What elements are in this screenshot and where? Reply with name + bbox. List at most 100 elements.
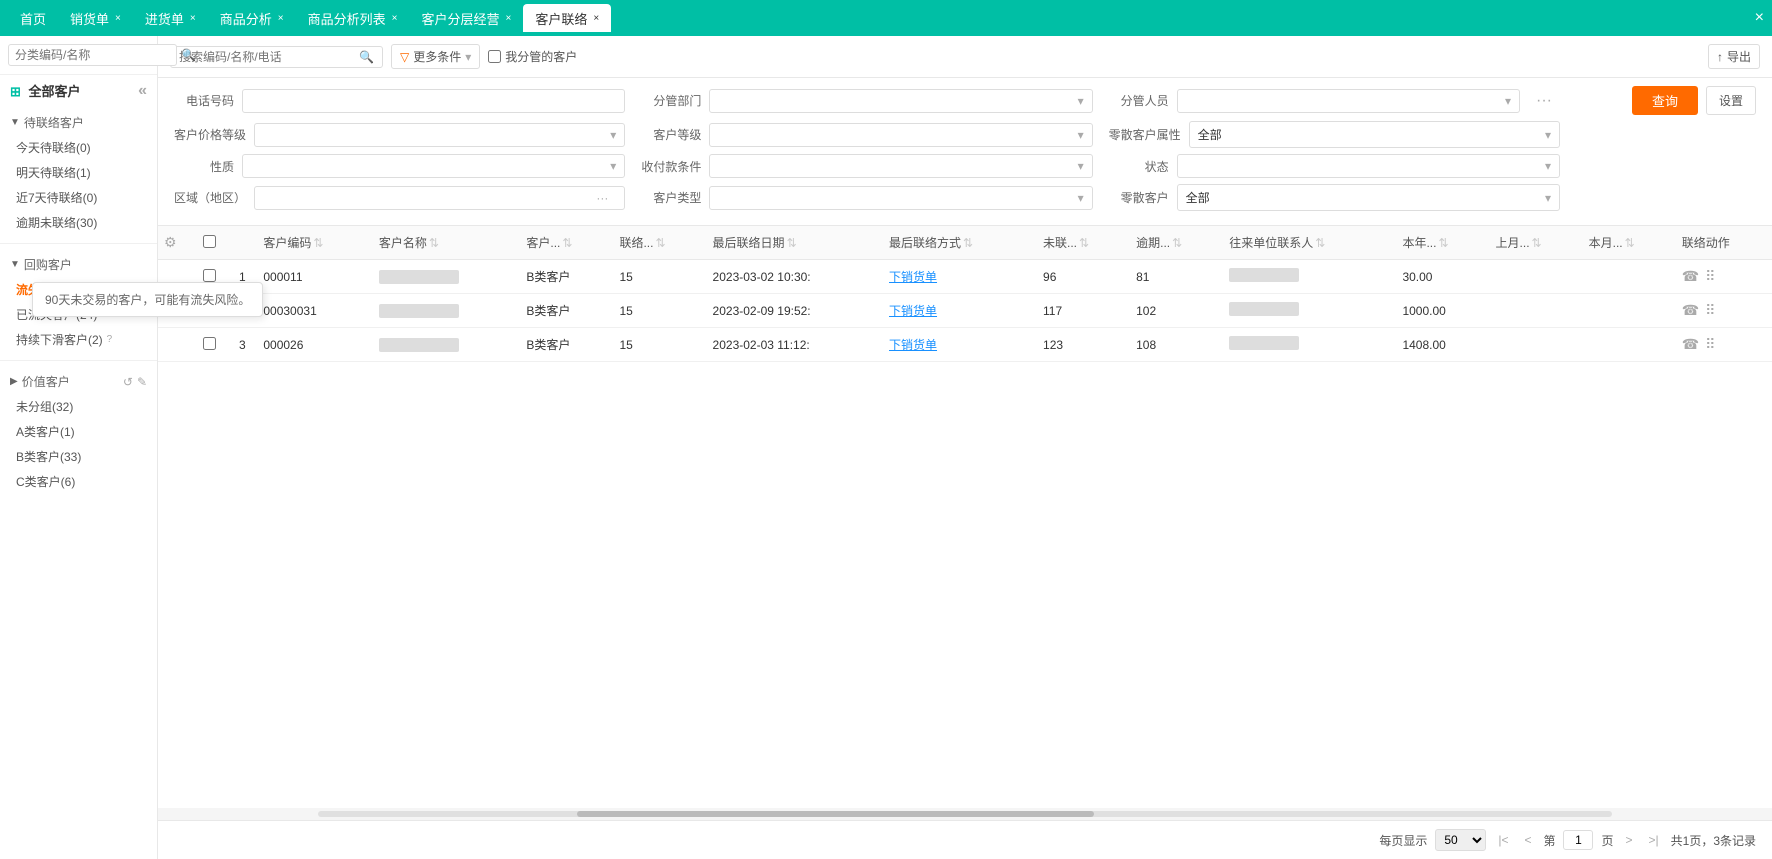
sidebar-search-input[interactable] (8, 44, 177, 66)
row-last-method[interactable]: 下销货单 (883, 328, 1037, 362)
sidebar-all-customers[interactable]: ⊞ 全部客户 « (0, 75, 157, 106)
sidebar-item-tomorrow[interactable]: 明天待联络(1) (0, 160, 157, 185)
col-settings[interactable]: ⚙ (158, 226, 197, 260)
zero-attr-select[interactable]: 全部 ▾ (1189, 121, 1560, 148)
tab-customer-contact[interactable]: 客户联络 × (523, 4, 611, 32)
region-more-icon[interactable]: ··· (588, 191, 616, 205)
payment-select[interactable]: ▾ (709, 154, 1092, 178)
nature-select[interactable]: ▾ (242, 154, 625, 178)
contact-icon[interactable]: ☎ (1682, 336, 1699, 353)
row-checkbox[interactable] (197, 328, 227, 362)
last-page-btn[interactable]: >| (1645, 833, 1663, 847)
contact-icon[interactable]: ☎ (1682, 268, 1699, 285)
sidebar-search-icon[interactable]: 🔍 (181, 48, 196, 62)
table-wrapper: ⚙ 客户编码⇅ 客户名称⇅ 客户...⇅ 联络...⇅ 最后联络日期⇅ 最后联络… (158, 226, 1772, 808)
close-customer-tier-tab[interactable]: × (505, 13, 511, 24)
contact-method-link[interactable]: 下销货单 (889, 338, 937, 352)
sidebar-item-a-class[interactable]: A类客户(1) (0, 419, 157, 444)
edit-icon[interactable]: ✎ (137, 375, 147, 389)
dept-select[interactable]: ▾ (709, 89, 1092, 113)
close-analysis-tab[interactable]: × (278, 13, 284, 24)
tab-analysis-list[interactable]: 商品分析列表 × (296, 4, 410, 32)
row-actions[interactable]: ☎ ⠿ (1676, 294, 1772, 328)
tab-sales[interactable]: 销货单 × (58, 4, 133, 32)
total-pages-label: 共1页，3条记录 (1671, 832, 1756, 849)
gear-icon[interactable]: ⚙ (164, 234, 177, 250)
sidebar-item-b-class[interactable]: B类客户(33) (0, 444, 157, 469)
status-select[interactable]: ▾ (1177, 154, 1560, 178)
sidebar-item-overdue[interactable]: 逾期未联络(30) (0, 210, 157, 235)
query-button[interactable]: 查询 (1632, 86, 1698, 115)
personnel-select[interactable]: ▾ (1177, 89, 1520, 113)
col-company-contact[interactable]: 往来单位联系人⇅ (1223, 226, 1396, 260)
more-action-icon[interactable]: ⠿ (1705, 336, 1715, 353)
per-page-select[interactable]: 50 100 (1435, 829, 1486, 851)
next-page-btn[interactable]: > (1622, 833, 1637, 847)
col-un-contact[interactable]: 未联...⇅ (1037, 226, 1130, 260)
region-select[interactable]: ··· (254, 186, 625, 210)
settings-button[interactable]: 设置 (1706, 86, 1756, 115)
my-customers-check[interactable] (488, 50, 501, 63)
sidebar-item-week[interactable]: 近7天待联络(0) (0, 185, 157, 210)
col-type[interactable]: 客户...⇅ (520, 226, 613, 260)
price-level-select[interactable]: ▾ (254, 123, 625, 147)
sidebar-group-churn-title[interactable]: ▼ 回购客户 (0, 252, 157, 277)
more-action-icon[interactable]: ⠿ (1705, 302, 1715, 319)
current-page-input[interactable] (1563, 830, 1593, 850)
row-last-method[interactable]: 下销货单 (883, 294, 1037, 328)
more-action-icon[interactable]: ⠿ (1705, 268, 1715, 285)
select-all-checkbox[interactable] (203, 235, 216, 248)
tab-purchase[interactable]: 进货单 × (133, 4, 208, 32)
prev-page-btn[interactable]: < (1520, 833, 1535, 847)
sidebar-group-pending-title[interactable]: ▼ 待联络客户 (0, 110, 157, 135)
row-last-method[interactable]: 下销货单 (883, 260, 1037, 294)
sidebar-collapse-btn[interactable]: « (138, 82, 147, 100)
close-analysis-list-tab[interactable]: × (392, 13, 398, 24)
contact-icon[interactable]: ☎ (1682, 302, 1699, 319)
table-row: 1 000011 ████████ B类客户 15 2023-03-02 10:… (158, 260, 1772, 294)
col-overdue[interactable]: 逾期...⇅ (1130, 226, 1223, 260)
search-input[interactable] (179, 50, 359, 64)
toolbar-search-icon[interactable]: 🔍 (359, 50, 374, 64)
col-contact[interactable]: 联络...⇅ (613, 226, 706, 260)
contact-method-link[interactable]: 下销货单 (889, 270, 937, 284)
col-code[interactable]: 客户编码⇅ (257, 226, 373, 260)
sidebar-item-today[interactable]: 今天待联络(0) (0, 135, 157, 160)
customer-level-select[interactable]: ▾ (709, 123, 1092, 147)
tab-customer-tier[interactable]: 客户分层经营 × (409, 4, 523, 32)
row-actions[interactable]: ☎ ⠿ (1676, 328, 1772, 362)
more-icon-1[interactable]: ··· (1528, 92, 1560, 110)
export-button[interactable]: ↑ 导出 (1708, 44, 1760, 69)
phone-input[interactable] (242, 89, 625, 113)
row-select-checkbox[interactable] (203, 337, 216, 350)
close-purchase-tab[interactable]: × (190, 13, 196, 24)
row-this-month (1583, 294, 1676, 328)
zero-customer-select[interactable]: 全部 ▾ (1177, 184, 1560, 211)
col-last-month[interactable]: 上月...⇅ (1490, 226, 1583, 260)
my-customers-checkbox[interactable]: 我分管的客户 (488, 48, 577, 65)
close-all-button[interactable]: × (1755, 9, 1764, 27)
close-sales-tab[interactable]: × (115, 13, 121, 24)
col-name[interactable]: 客户名称⇅ (373, 226, 520, 260)
tab-analysis[interactable]: 商品分析 × (208, 4, 296, 32)
refresh-icon[interactable]: ↺ (123, 375, 133, 389)
sidebar-item-c-class[interactable]: C类客户(6) (0, 469, 157, 494)
more-conditions-btn[interactable]: ▽ 更多条件 ▾ (391, 44, 480, 69)
col-last-method[interactable]: 最后联络方式⇅ (883, 226, 1037, 260)
sidebar-item-ungroup[interactable]: 未分组(32) (0, 394, 157, 419)
close-customer-contact-tab[interactable]: × (593, 13, 599, 24)
customer-type-select[interactable]: ▾ (709, 186, 1092, 210)
col-last-date[interactable]: 最后联络日期⇅ (707, 226, 883, 260)
row-actions[interactable]: ☎ ⠿ (1676, 260, 1772, 294)
sidebar-group-value-title[interactable]: ▶ 价值客户 ↺ ✎ (0, 369, 157, 394)
question-icon-2[interactable]: ? (107, 334, 113, 345)
first-page-btn[interactable]: |< (1494, 833, 1512, 847)
col-this-year[interactable]: 本年...⇅ (1396, 226, 1489, 260)
sidebar-item-declining[interactable]: 持续下滑客户(2) ? (0, 327, 157, 352)
col-this-month[interactable]: 本月...⇅ (1583, 226, 1676, 260)
contact-method-link[interactable]: 下销货单 (889, 304, 937, 318)
scroll-thumb[interactable] (577, 811, 1095, 817)
tab-home[interactable]: 首页 (8, 9, 58, 28)
row-select-checkbox[interactable] (203, 269, 216, 282)
horizontal-scrollbar[interactable] (158, 808, 1772, 820)
